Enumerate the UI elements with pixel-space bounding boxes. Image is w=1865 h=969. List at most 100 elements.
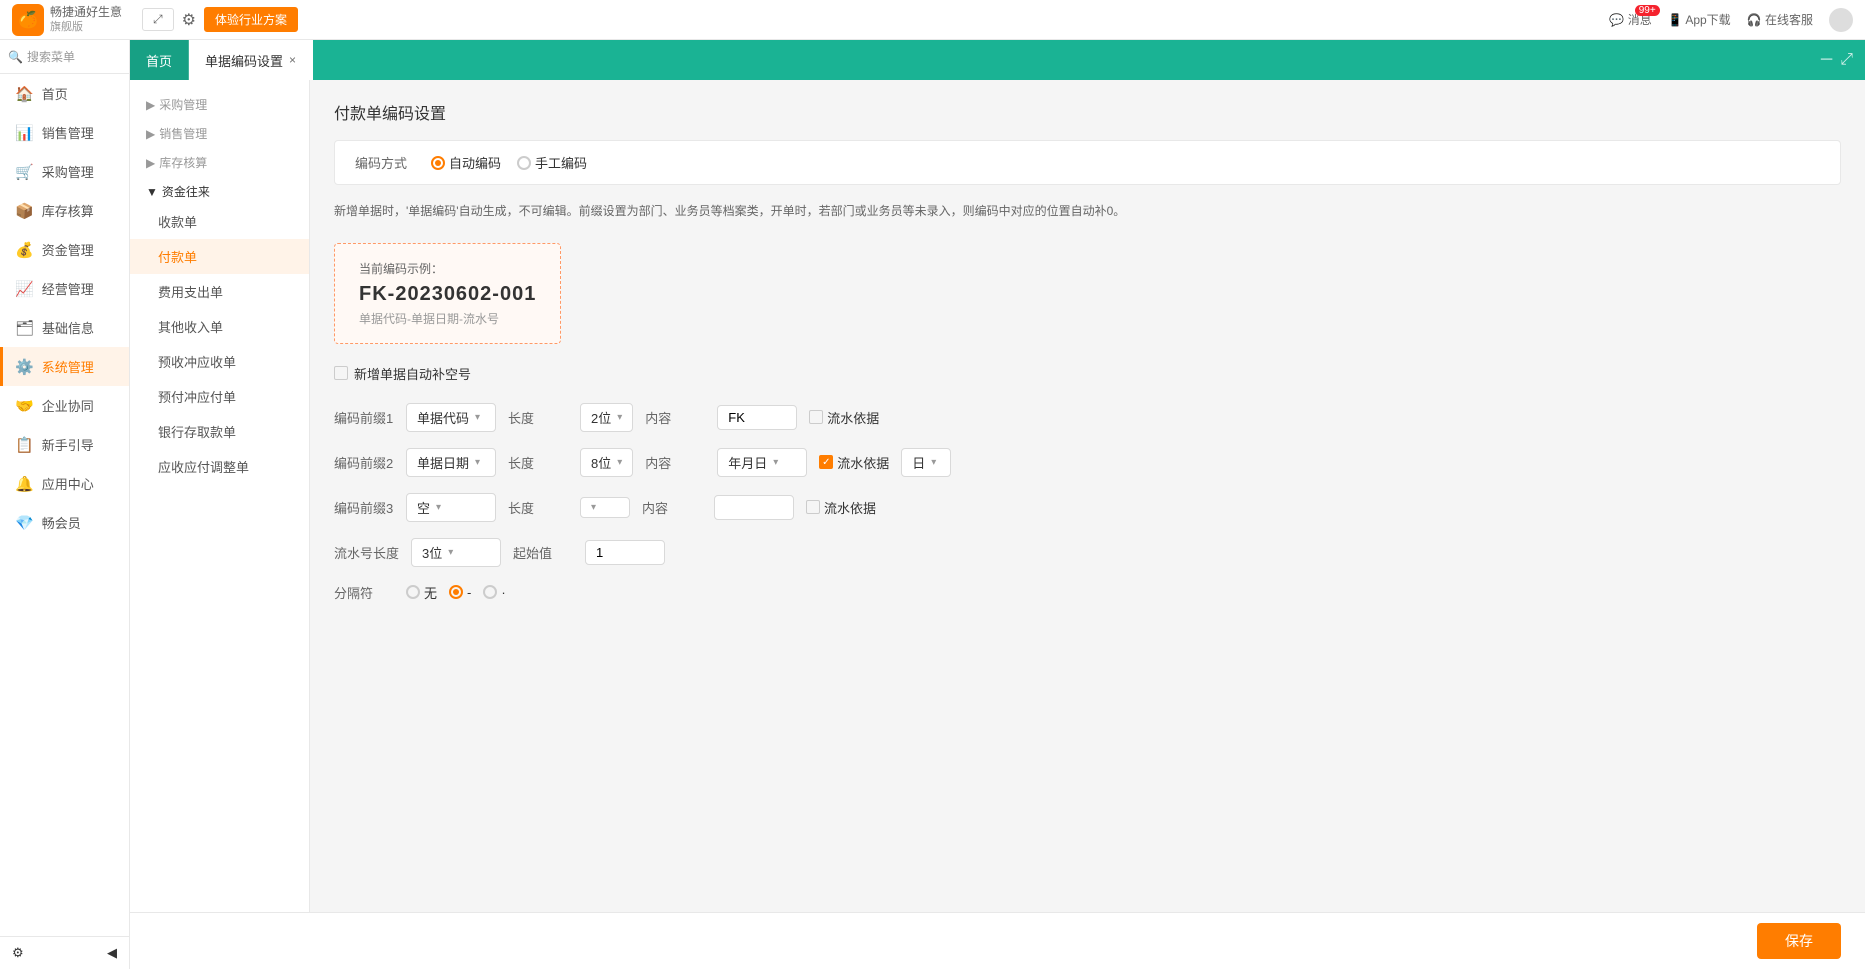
avatar	[1829, 8, 1853, 32]
prefix1-value: 单据代码	[417, 408, 469, 427]
sidebar-item-purchase[interactable]: 🛒 采购管理	[0, 152, 129, 191]
chevron-right-icon2: ▶	[146, 127, 155, 141]
encode-method-label: 编码方式	[355, 153, 407, 172]
prefix1-serial-checkbox[interactable]	[809, 410, 823, 424]
prefix2-serial-checkbox[interactable]: ✓	[819, 455, 833, 469]
left-panel-bank-deposit[interactable]: 银行存取款单	[130, 414, 309, 449]
tab-code-setting[interactable]: 单据编码设置 ×	[189, 40, 313, 80]
chevron-down-icon: ▼	[146, 185, 158, 199]
manual-encode-radio[interactable]: 手工编码	[517, 153, 587, 172]
sep-hyphen-radio[interactable]: -	[449, 585, 471, 600]
top-bar-right: 💬 消息 99+ 📱 App下载 🎧 在线客服	[1609, 8, 1853, 32]
left-panel-payment[interactable]: 付款单	[130, 239, 309, 274]
prefix1-label: 编码前缀1	[334, 408, 394, 427]
gear-btn[interactable]: ⚙	[178, 6, 200, 34]
auto-encode-radio[interactable]: 自动编码	[431, 153, 501, 172]
radio-group: 自动编码 手工编码	[431, 153, 587, 172]
left-panel-receipt[interactable]: 收款单	[130, 204, 309, 239]
service-icon: 🎧	[1747, 13, 1762, 27]
prefix3-length-select[interactable]: ▾	[580, 497, 630, 518]
auto-fill-checkbox[interactable]	[334, 366, 348, 380]
prefix3-content-input[interactable]	[714, 495, 794, 520]
sidebar-item-sales[interactable]: 📊 销售管理	[0, 113, 129, 152]
encode-method-bar: 编码方式 自动编码 手工编码	[334, 140, 1841, 185]
sidebar-collapse-icon[interactable]: ◀	[107, 945, 117, 961]
right-panel: 付款单编码设置 编码方式 自动编码 手工编码 新增单据时，'单据编码'自动生成，…	[310, 80, 1865, 969]
auto-fill-row: 新增单据自动补空号	[334, 364, 1841, 383]
tab-bar: 首页 单据编码设置 × ─ ⤢	[130, 40, 1865, 80]
serial-length-select[interactable]: 3位 ▾	[411, 538, 501, 567]
prefix1-serial-label: 流水依据	[827, 408, 879, 427]
left-panel-funds-flow[interactable]: ▼ 资金往来	[130, 175, 309, 204]
user-info[interactable]	[1829, 8, 1853, 32]
sidebar-item-inventory[interactable]: 📦 库存核算	[0, 191, 129, 230]
service-btn[interactable]: 🎧 在线客服	[1747, 11, 1813, 28]
guide-icon: 📋	[15, 436, 34, 454]
left-panel-prepay-receivable[interactable]: 预收冲应收单	[130, 344, 309, 379]
apps-icon: 🔔	[15, 475, 34, 493]
app-download-btn[interactable]: 📱 App下载	[1668, 11, 1731, 28]
left-panel-prepay-payable[interactable]: 预付冲应付单	[130, 379, 309, 414]
prefix2-select[interactable]: 单据日期 ▾	[406, 448, 496, 477]
sidebar-item-enterprise[interactable]: 🤝 企业协同	[0, 386, 129, 425]
search-menu[interactable]: 🔍 搜索菜单	[0, 40, 129, 74]
tab-code-label: 单据编码设置	[205, 51, 283, 70]
sep-none-circle	[406, 585, 420, 599]
prefix3-serial-checkbox[interactable]	[806, 500, 820, 514]
left-panel: ▶ 采购管理 ▶ 销售管理 ▶ 库存核算 ▼ 资金往来 收款单 付款单 费用支出…	[130, 80, 310, 969]
sidebar-label-enterprise: 企业协同	[42, 396, 94, 415]
nav-dropdown-btn[interactable]: ⤢	[142, 8, 174, 31]
serial-start-input[interactable]	[585, 540, 665, 565]
save-button[interactable]: 保存	[1757, 923, 1841, 959]
left-panel-inventory-calc[interactable]: ▶ 库存核算	[130, 146, 309, 175]
sidebar-item-operations[interactable]: 📈 经营管理	[0, 269, 129, 308]
sidebar-item-guide[interactable]: 📋 新手引导	[0, 425, 129, 464]
code-preview-label: 当前编码示例：	[359, 260, 536, 277]
prefix2-length-select[interactable]: 8位 ▾	[580, 448, 633, 477]
sidebar-item-system[interactable]: ⚙️ 系统管理	[0, 347, 129, 386]
sidebar-item-finance[interactable]: 💰 资金管理	[0, 230, 129, 269]
left-panel-expense[interactable]: 费用支出单	[130, 274, 309, 309]
left-panel-payable-adjust[interactable]: 应收应付调整单	[130, 449, 309, 484]
tab-minimize-icon[interactable]: ─	[1821, 51, 1832, 69]
experience-btn[interactable]: 体验行业方案	[204, 7, 298, 32]
system-icon: ⚙️	[15, 358, 34, 376]
sidebar-item-vip[interactable]: 💎 畅会员	[0, 503, 129, 542]
manual-encode-radio-circle	[517, 156, 531, 170]
sidebar-label-finance: 资金管理	[42, 240, 94, 259]
left-panel-other-income[interactable]: 其他收入单	[130, 309, 309, 344]
prefix1-length-select[interactable]: 2位 ▾	[580, 403, 633, 432]
prefix2-content-select[interactable]: 年月日 ▾	[717, 448, 807, 477]
msg-btn[interactable]: 💬 消息 99+	[1609, 11, 1651, 28]
msg-icon: 💬	[1609, 13, 1624, 27]
serial-start-label: 起始值	[513, 543, 573, 562]
prefix3-value: 空	[417, 498, 430, 517]
prefix2-label: 编码前缀2	[334, 453, 394, 472]
auto-encode-radio-circle	[431, 156, 445, 170]
sidebar-bottom: ⚙ ◀	[0, 936, 129, 969]
prefix2-serial-unit-select[interactable]: 日 ▾	[901, 448, 951, 477]
prefix1-content-input[interactable]	[717, 405, 797, 430]
prefix3-select[interactable]: 空 ▾	[406, 493, 496, 522]
sidebar-item-basic[interactable]: 🗂 基础信息	[0, 308, 129, 347]
prefix3-content-label: 内容	[642, 498, 702, 517]
tab-expand-icon[interactable]: ⤢	[1840, 51, 1853, 69]
left-panel-purchase-mgmt[interactable]: ▶ 采购管理	[130, 88, 309, 117]
tab-close-icon[interactable]: ×	[289, 53, 296, 67]
sep-none-radio[interactable]: 无	[406, 583, 437, 602]
left-panel-sales-mgmt[interactable]: ▶ 销售管理	[130, 117, 309, 146]
enterprise-icon: 🤝	[15, 397, 34, 415]
prefix1-select[interactable]: 单据代码 ▾	[406, 403, 496, 432]
sidebar-item-home[interactable]: 🏠 首页	[0, 74, 129, 113]
brand-name: 畅捷通好生意	[50, 5, 122, 21]
sidebar-label-inventory: 库存核算	[42, 201, 94, 220]
sidebar-settings-icon[interactable]: ⚙	[12, 945, 24, 961]
tab-home[interactable]: 首页	[130, 40, 189, 80]
prefix3-row: 编码前缀3 空 ▾ 长度 ▾ 内容 流水依据	[334, 493, 1841, 522]
sales-icon: 📊	[15, 124, 34, 142]
serial-length-value: 3位	[422, 543, 442, 562]
sidebar-label-purchase: 采购管理	[42, 162, 94, 181]
sep-other-radio[interactable]: ·	[483, 585, 505, 600]
sidebar-label-basic: 基础信息	[42, 318, 94, 337]
sidebar-item-apps[interactable]: 🔔 应用中心	[0, 464, 129, 503]
